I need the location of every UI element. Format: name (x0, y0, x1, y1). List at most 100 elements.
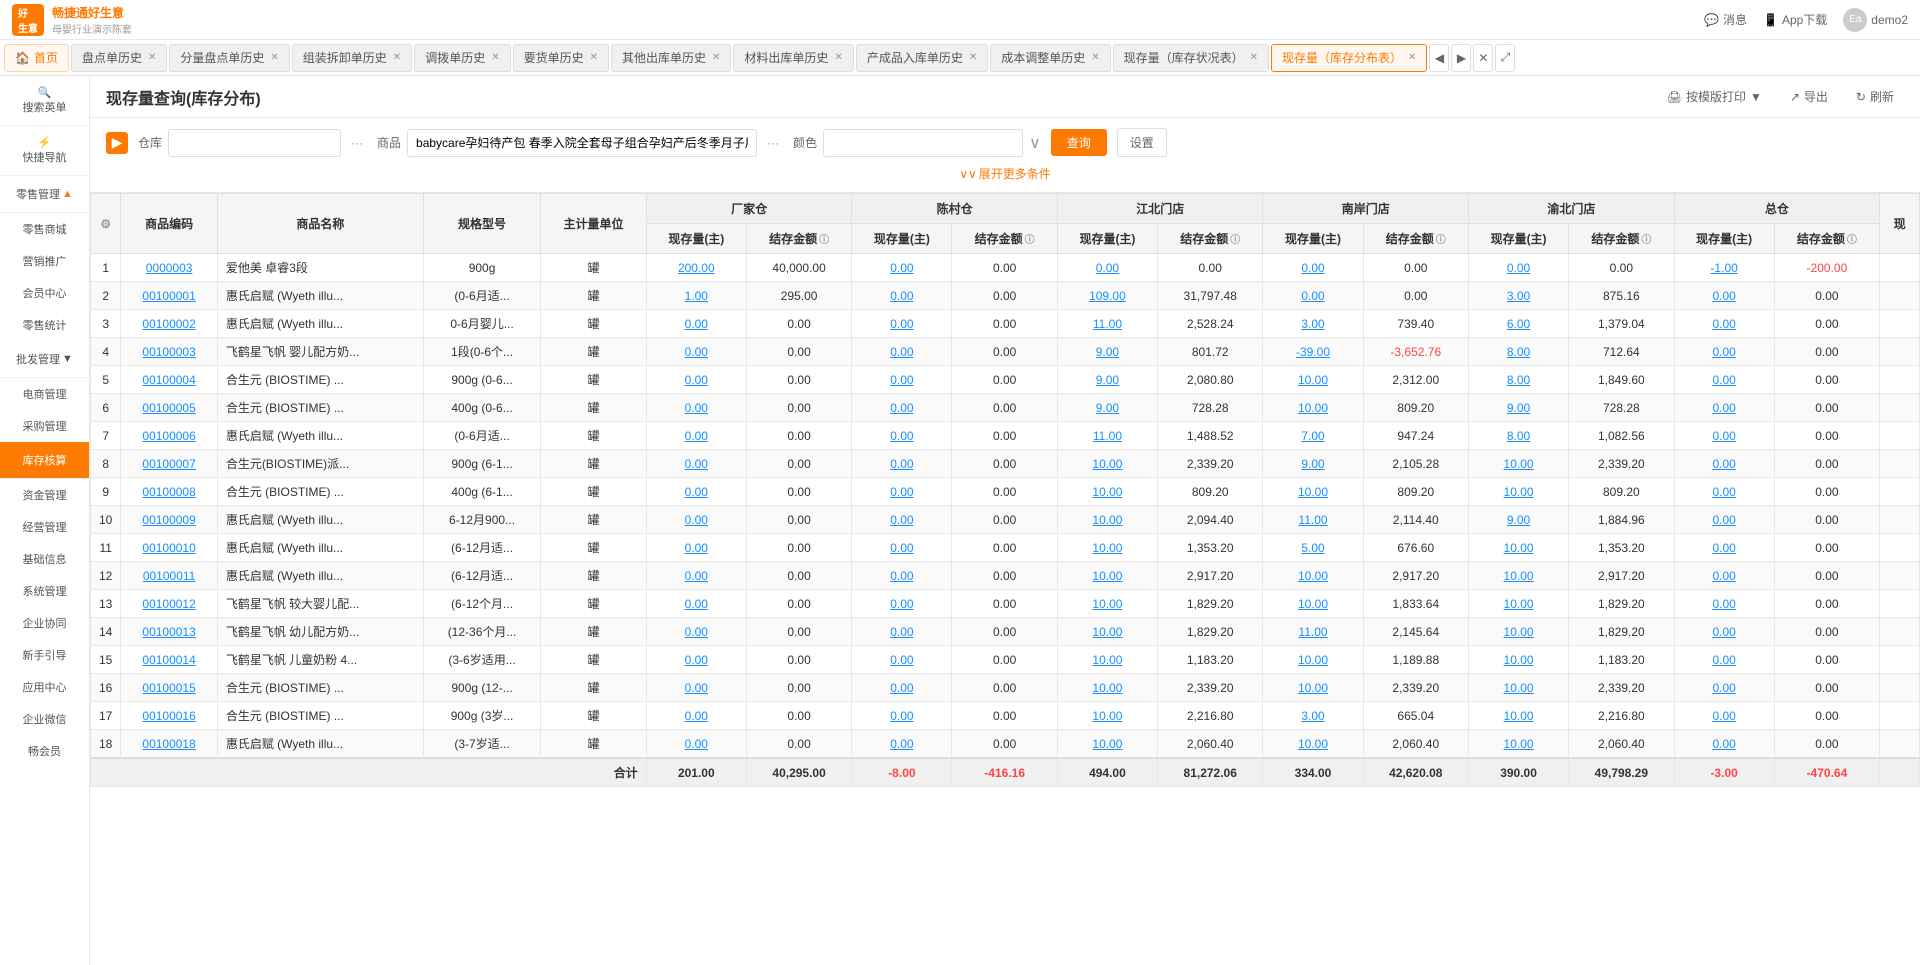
sidebar-item-wechat[interactable]: 企业微信 (0, 703, 89, 735)
collapse-btn[interactable]: ▶ (106, 132, 128, 154)
tab-other-out[interactable]: 其他出库单历史 ✕ (611, 44, 731, 72)
goods-dots-btn[interactable]: ··· (763, 136, 783, 150)
cell-yb-b: 728.28 (1569, 394, 1675, 422)
footer-row: 合计 201.00 40,295.00 -8.00 -416.16 494.00… (91, 758, 1920, 787)
setting-btn[interactable]: 设置 (1117, 128, 1167, 157)
sidebar-item-apps[interactable]: 应用中心 (0, 671, 89, 703)
user-area[interactable]: Ea demo2 (1843, 8, 1908, 32)
cell-na-b: 1,189.88 (1363, 646, 1469, 674)
sidebar-item-purchase[interactable]: 采购管理 (0, 410, 89, 442)
top-right: 💬 消息 📱 App下载 Ea demo2 (1704, 8, 1908, 32)
sidebar-item-member[interactable]: 会员中心 (0, 277, 89, 309)
goods-input[interactable] (407, 129, 757, 157)
cell-yb-b: 712.64 (1569, 338, 1675, 366)
info-icon[interactable]: ⓘ (1641, 235, 1651, 246)
cell-current (1880, 422, 1920, 450)
tab-fullscreen-btn[interactable]: ⤢ (1495, 44, 1515, 72)
cell-spec: (12-36个月... (423, 618, 540, 646)
sidebar-item-search[interactable]: 🔍 搜索英单 (0, 76, 89, 126)
close-icon[interactable]: ✕ (491, 52, 499, 63)
tab-bar: 🏠 首页 盘点单历史 ✕ 分量盘点单历史 ✕ 组装拆卸单历史 ✕ 调拨单历史 ✕… (0, 40, 1920, 76)
print-btn[interactable]: 🖨 按模版打印 ▼ (1657, 84, 1772, 109)
warehouse-dots-btn[interactable]: ··· (347, 136, 367, 150)
tab-home[interactable]: 🏠 首页 (4, 44, 69, 72)
close-icon[interactable]: ✕ (590, 52, 598, 63)
table-row: 8 00100007 合生元(BIOSTIME)派... 900g (6-1..… (91, 450, 1920, 478)
cell-spec: 400g (0-6... (423, 394, 540, 422)
sidebar-item-retail-stat[interactable]: 零售统计 (0, 309, 89, 341)
refresh-btn[interactable]: ↻ 刷新 (1846, 84, 1904, 109)
sidebar-item-marketing[interactable]: 营销推广 (0, 245, 89, 277)
gear-icon[interactable]: ⚙ (100, 217, 111, 231)
sidebar-item-finance[interactable]: 资金管理 (0, 479, 89, 511)
cell-yb-b: 875.16 (1569, 282, 1675, 310)
footer-cc-s: -8.00 (852, 758, 952, 787)
close-icon[interactable]: ✕ (148, 52, 156, 63)
cell-cc-b: 0.00 (952, 646, 1058, 674)
info-icon[interactable]: ⓘ (1230, 235, 1240, 246)
sidebar-item-wholesale[interactable]: 批发管理 ▼ (0, 341, 89, 378)
cell-na-s: 3.00 (1263, 702, 1363, 730)
expand-conditions-btn[interactable]: ∨∨ 展开更多条件 (959, 165, 1051, 182)
tab-combo-dismantle[interactable]: 组装拆卸单历史 ✕ (292, 44, 412, 72)
sidebar-item-retail-shop[interactable]: 零售商城 (0, 213, 89, 245)
tab-close-all-btn[interactable]: ✕ (1473, 44, 1493, 72)
tab-requisition[interactable]: 要货单历史 ✕ (513, 44, 609, 72)
th-yb-bal: 结存金额ⓘ (1569, 224, 1675, 254)
tab-section-count[interactable]: 分量盘点单历史 ✕ (169, 44, 289, 72)
cell-jb-b: 2,339.20 (1157, 674, 1263, 702)
close-icon[interactable]: ✕ (270, 52, 278, 63)
th-settings[interactable]: ⚙ (91, 194, 121, 254)
close-icon[interactable]: ✕ (712, 52, 720, 63)
sidebar-item-guide[interactable]: 新手引导 (0, 639, 89, 671)
info-icon[interactable]: ⓘ (1847, 235, 1857, 246)
app-download-btn[interactable]: 📱 App下载 (1763, 11, 1827, 28)
sidebar-item-basic[interactable]: 基础信息 (0, 543, 89, 575)
close-icon[interactable]: ✕ (1408, 52, 1416, 63)
close-icon[interactable]: ✕ (1091, 52, 1099, 63)
sidebar-item-inventory[interactable]: 库存核算 (0, 442, 89, 479)
color-input[interactable] (823, 129, 1023, 157)
tab-material-out[interactable]: 材料出库单历史 ✕ (733, 44, 853, 72)
close-icon[interactable]: ✕ (1250, 52, 1258, 63)
sidebar-item-operation[interactable]: 经营管理 (0, 511, 89, 543)
close-icon[interactable]: ✕ (834, 52, 842, 63)
query-btn[interactable]: 查询 (1051, 129, 1107, 156)
tab-product-in[interactable]: 产成品入库单历史 ✕ (856, 44, 988, 72)
message-btn[interactable]: 💬 消息 (1704, 11, 1747, 28)
close-icon[interactable]: ✕ (969, 52, 977, 63)
cell-idx: 8 (91, 450, 121, 478)
tab-stock-dist[interactable]: 现存量（库存分布表） ✕ (1271, 44, 1427, 72)
info-icon[interactable]: ⓘ (819, 235, 829, 246)
cell-fac-s: 0.00 (646, 646, 746, 674)
export-btn[interactable]: ↗ 导出 (1780, 84, 1838, 109)
cell-jb-b: 2,339.20 (1157, 450, 1263, 478)
sidebar-item-vip[interactable]: 畅会员 (0, 735, 89, 767)
tab-transfer[interactable]: 调拨单历史 ✕ (414, 44, 510, 72)
warehouse-input[interactable] (168, 129, 341, 157)
cell-cc-s: 0.00 (852, 282, 952, 310)
sidebar-item-system[interactable]: 系统管理 (0, 575, 89, 607)
tab-cost-adjust[interactable]: 成本调整单历史 ✕ (990, 44, 1110, 72)
cell-yb-b: 1,379.04 (1569, 310, 1675, 338)
cell-yb-s: 8.00 (1469, 338, 1569, 366)
cell-tot-b: 0.00 (1774, 478, 1880, 506)
chevron-down-icon: ▼ (62, 353, 73, 365)
close-icon[interactable]: ✕ (393, 52, 401, 63)
cell-na-b: 2,312.00 (1363, 366, 1469, 394)
sidebar-item-nav[interactable]: ⚡ 快捷导航 (0, 126, 89, 176)
tab-stock-status[interactable]: 现存量（库存状况表） ✕ (1113, 44, 1269, 72)
tab-prev-btn[interactable]: ◀ (1429, 44, 1449, 72)
cell-spec: 400g (6-1... (423, 478, 540, 506)
sidebar-item-corp[interactable]: 企业协同 (0, 607, 89, 639)
tab-next-btn[interactable]: ▶ (1451, 44, 1471, 72)
tab-count-history[interactable]: 盘点单历史 ✕ (71, 44, 167, 72)
color-dropdown-icon[interactable]: ∨ (1029, 133, 1041, 153)
cell-spec: (6-12月适... (423, 534, 540, 562)
info-icon[interactable]: ⓘ (1436, 235, 1446, 246)
cell-tot-b: 0.00 (1774, 506, 1880, 534)
sidebar-item-ecom[interactable]: 电商管理 (0, 378, 89, 410)
table-area[interactable]: ⚙ 商品编码 商品名称 规格型号 主计量单位 厂家仓 陈村仓 江北门店 南岸门店… (90, 193, 1920, 965)
info-icon[interactable]: ⓘ (1025, 235, 1035, 246)
sidebar-item-retail[interactable]: 零售管理 ▲ (0, 176, 89, 213)
